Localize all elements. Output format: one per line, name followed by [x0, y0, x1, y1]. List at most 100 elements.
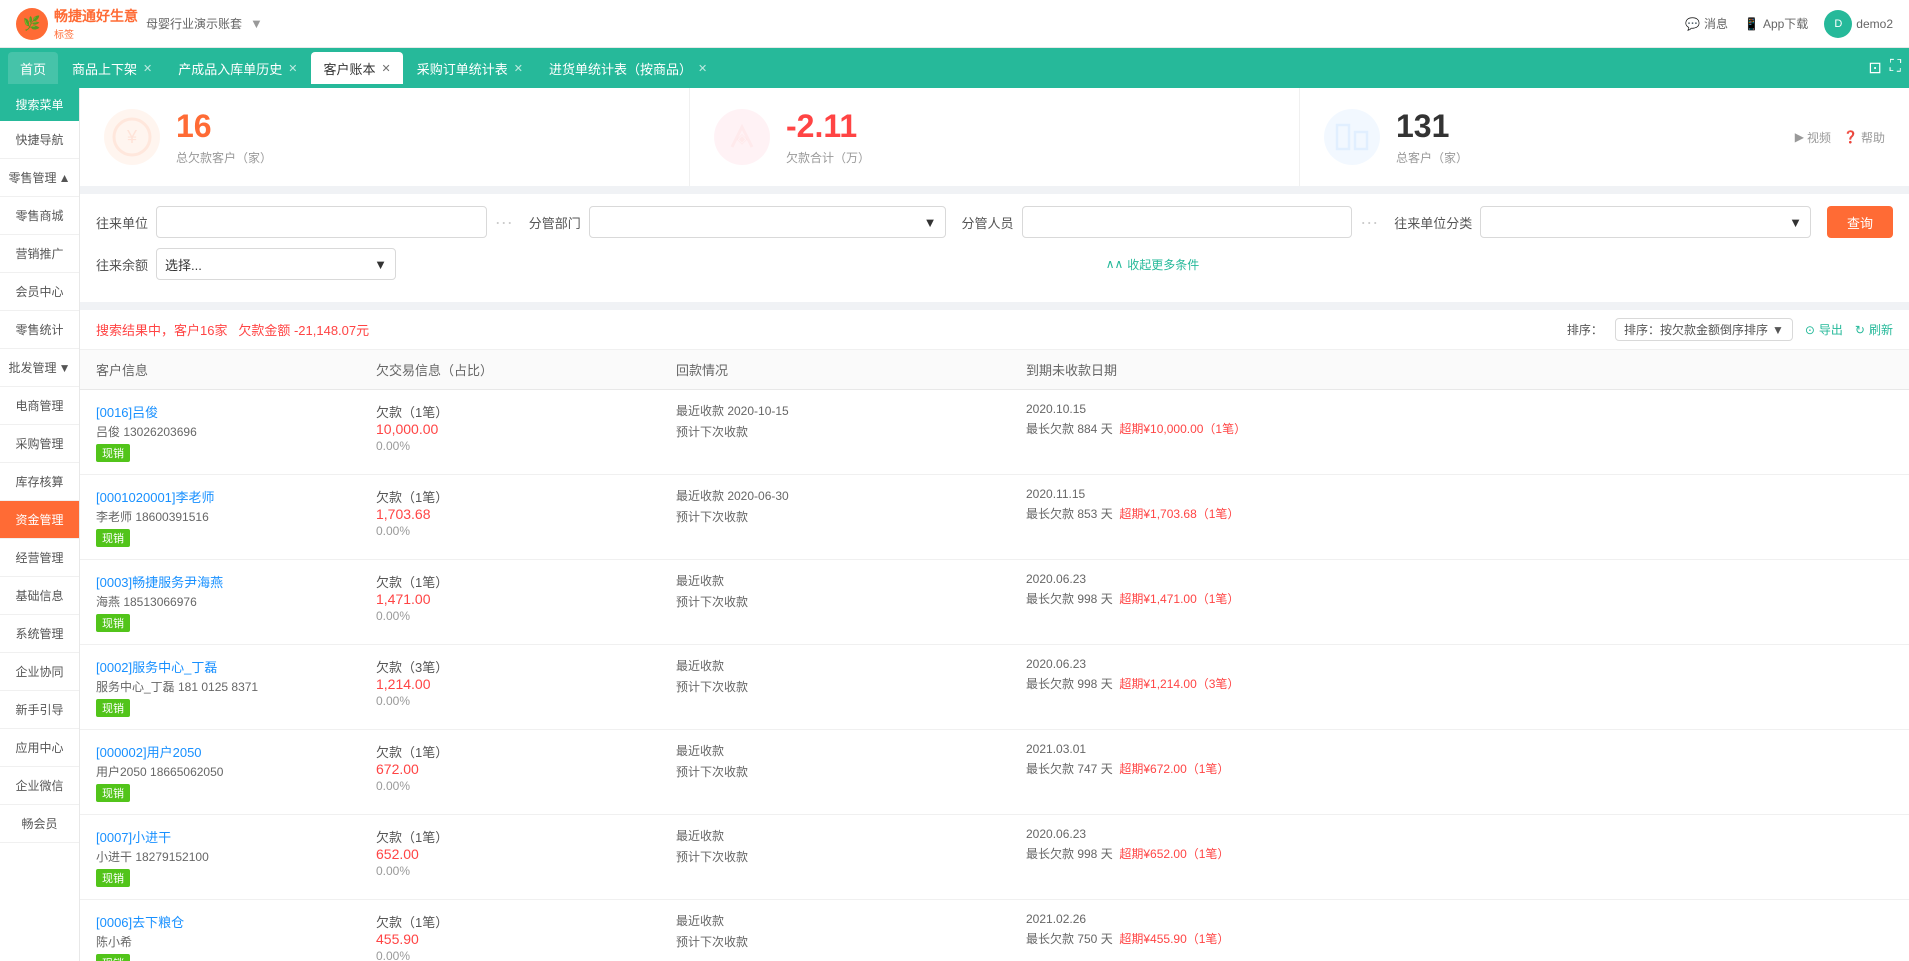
- sidebar-item-purchase[interactable]: 采购管理: [0, 425, 79, 463]
- customer-name[interactable]: [0007]小进干: [96, 827, 376, 846]
- sidebar-item-guide[interactable]: 新手引导: [0, 691, 79, 729]
- debt-percent: 0.00%: [376, 949, 676, 961]
- top-bar: 🌿 畅捷通好生意 标签 母婴行业演示账套 ▼ 💬 消息 📱 App下载 D de…: [0, 0, 1909, 48]
- tab-home[interactable]: 首页: [8, 52, 58, 84]
- customer-name[interactable]: [000002]用户2050: [96, 742, 376, 761]
- tab-close-icon[interactable]: ✕: [288, 62, 297, 75]
- overdue-amount[interactable]: 超期¥455.90（1笔）: [1119, 932, 1229, 946]
- tab-customer-account[interactable]: 客户账本 ✕: [311, 52, 402, 84]
- query-button[interactable]: 查询: [1827, 206, 1893, 238]
- results-bar: 搜索结果中，客户16家 欠款金额 -21,148.07元 排序： 排序：按欠款金…: [80, 310, 1909, 350]
- debt-amount[interactable]: 10,000.00: [376, 421, 676, 437]
- results-amount: -21,148.07元: [294, 323, 369, 338]
- tab-window-icon[interactable]: ⊡: [1868, 58, 1881, 78]
- sidebar-item-wholesale[interactable]: 批发管理 ▼: [0, 349, 79, 387]
- overdue-amount[interactable]: 超期¥1,471.00（1笔）: [1119, 592, 1239, 606]
- duedate-col: 2020.06.23 最长欠款 998 天 超期¥1,471.00（1笔）: [1026, 572, 1893, 607]
- chevron-down-icon: ▼: [374, 257, 387, 272]
- sidebar-item-member[interactable]: 会员中心: [0, 273, 79, 311]
- tab-close-icon[interactable]: ✕: [143, 62, 152, 75]
- message-btn[interactable]: 💬 消息: [1685, 15, 1728, 32]
- filter-department-select[interactable]: ▼: [589, 206, 946, 238]
- customer-name[interactable]: [0003]畅捷服务尹海燕: [96, 572, 376, 591]
- sidebar-item-changhui[interactable]: 畅会员: [0, 805, 79, 843]
- tab-close-icon[interactable]: ✕: [698, 62, 707, 75]
- customer-name[interactable]: [0016]吕俊: [96, 402, 376, 421]
- export-btn[interactable]: ⊙ 导出: [1805, 321, 1843, 338]
- sidebar-item-retail-mall[interactable]: 零售商城: [0, 197, 79, 235]
- tab-bar: 首页 商品上下架 ✕ 产成品入库单历史 ✕ 客户账本 ✕ 采购订单统计表 ✕ 进…: [0, 48, 1909, 88]
- sidebar-search[interactable]: 搜索菜单: [0, 88, 79, 121]
- overdue-amount[interactable]: 超期¥10,000.00（1笔）: [1119, 422, 1246, 436]
- sort-select[interactable]: 排序：按欠款金额倒序排序 ▼: [1615, 318, 1793, 341]
- overdue-amount[interactable]: 超期¥1,703.68（1笔）: [1119, 507, 1239, 521]
- chevron-down-icon: ▼: [924, 215, 937, 230]
- sidebar-item-finance[interactable]: 资金管理: [0, 501, 79, 539]
- debt-info-col: 欠款（1笔） 652.00 0.00%: [376, 827, 676, 878]
- tab-close-icon[interactable]: ✕: [382, 62, 391, 75]
- sidebar-item-quicknav[interactable]: 快捷导航: [0, 121, 79, 159]
- tab-product-list[interactable]: 商品上下架 ✕: [60, 52, 164, 84]
- filter-manager-dots[interactable]: ···: [1360, 212, 1378, 233]
- debt-amount[interactable]: 455.90: [376, 931, 676, 947]
- debt-amount[interactable]: 1,214.00: [376, 676, 676, 692]
- filter-department: 分管部门 ▼: [529, 206, 946, 238]
- sidebar-item-wechat[interactable]: 企业微信: [0, 767, 79, 805]
- sidebar-item-ecommerce[interactable]: 电商管理: [0, 387, 79, 425]
- system-dropdown-icon[interactable]: ▼: [250, 16, 263, 31]
- tab-purchase-order[interactable]: 采购订单统计表 ✕: [405, 52, 535, 84]
- next-payment: 预计下次收款: [676, 593, 748, 610]
- debt-amount[interactable]: 1,471.00: [376, 591, 676, 607]
- refresh-btn[interactable]: ↻ 刷新: [1855, 321, 1893, 338]
- video-btn[interactable]: ▶ 视频: [1795, 129, 1831, 146]
- sidebar-item-inventory[interactable]: 库存核算: [0, 463, 79, 501]
- sidebar-item-retail-stats[interactable]: 零售统计: [0, 311, 79, 349]
- collapse-button[interactable]: ∧∧ 收起更多条件: [1102, 252, 1204, 277]
- overdue-amount[interactable]: 超期¥1,214.00（3笔）: [1119, 677, 1239, 691]
- sidebar-item-system[interactable]: 系统管理: [0, 615, 79, 653]
- next-payment: 预计下次收款: [676, 678, 748, 695]
- debt-amount[interactable]: 1,703.68: [376, 506, 676, 522]
- sidebar-item-retail[interactable]: 零售管理 ▲: [0, 159, 79, 197]
- filter-category-select[interactable]: ▼: [1480, 206, 1811, 238]
- app-download-btn[interactable]: 📱 App下载: [1744, 15, 1808, 32]
- overdue-amount[interactable]: 超期¥672.00（1笔）: [1119, 762, 1229, 776]
- filter-area: 往来单位 ··· 分管部门 ▼ 分管人员 ··· 往来: [80, 194, 1909, 302]
- recovery-col: 最近收款 预计下次收款: [676, 827, 1026, 865]
- overdue-days-label: 最长欠款 750 天: [1026, 932, 1113, 946]
- filter-manager-input[interactable]: [1022, 206, 1353, 238]
- filter-balance-select[interactable]: 选择... ▼: [156, 248, 396, 280]
- tab-close-icon[interactable]: ✕: [514, 62, 523, 75]
- help-btn[interactable]: ❓ 帮助: [1843, 129, 1885, 146]
- debt-amount[interactable]: 672.00: [376, 761, 676, 777]
- filter-manager-label: 分管人员: [962, 213, 1014, 232]
- overdue-amount[interactable]: 超期¥652.00（1笔）: [1119, 847, 1229, 861]
- tab-fullscreen-icon[interactable]: ⛶: [1890, 58, 1901, 78]
- table-row: [0007]小进干 小进干 18279152100 现销 欠款（1笔） 652.…: [80, 815, 1909, 900]
- stat-label-debt-amount: 欠款合计（万）: [786, 149, 870, 166]
- debt-amount[interactable]: 652.00: [376, 846, 676, 862]
- sidebar-item-marketing[interactable]: 营销推广: [0, 235, 79, 273]
- system-name[interactable]: 母婴行业演示账套: [146, 15, 242, 32]
- stat-info-amount: -2.11 欠款合计（万）: [786, 108, 870, 166]
- user-avatar-btn[interactable]: D demo2: [1824, 10, 1893, 38]
- sidebar-item-apps[interactable]: 应用中心: [0, 729, 79, 767]
- customer-name[interactable]: [0006]去下粮仓: [96, 912, 376, 931]
- col-header-duedate: 到期未收款日期: [1026, 360, 1893, 379]
- last-payment: 最近收款: [676, 912, 724, 929]
- sidebar-item-basic[interactable]: 基础信息: [0, 577, 79, 615]
- customer-info-col: [0003]畅捷服务尹海燕 海燕 18513066976 现销: [96, 572, 376, 632]
- customer-name[interactable]: [0002]服务中心_丁磊: [96, 657, 376, 676]
- customer-name[interactable]: [0001020001]李老师: [96, 487, 376, 506]
- sidebar-item-enterprise[interactable]: 企业协同: [0, 653, 79, 691]
- filter-counterparty-input[interactable]: [156, 206, 487, 238]
- last-payment: 最近收款: [676, 572, 724, 589]
- due-date: 2020.06.23: [1026, 657, 1893, 671]
- avatar: D: [1824, 10, 1852, 38]
- stat-icon-total: [1324, 109, 1380, 165]
- tab-product-history[interactable]: 产成品入库单历史 ✕: [166, 52, 309, 84]
- sidebar-item-operations[interactable]: 经营管理: [0, 539, 79, 577]
- results-actions: 排序： 排序：按欠款金额倒序排序 ▼ ⊙ 导出 ↻ 刷新: [1567, 318, 1893, 341]
- filter-counterparty-dots[interactable]: ···: [495, 212, 513, 233]
- tab-stock-stats[interactable]: 进货单统计表（按商品） ✕: [537, 52, 719, 84]
